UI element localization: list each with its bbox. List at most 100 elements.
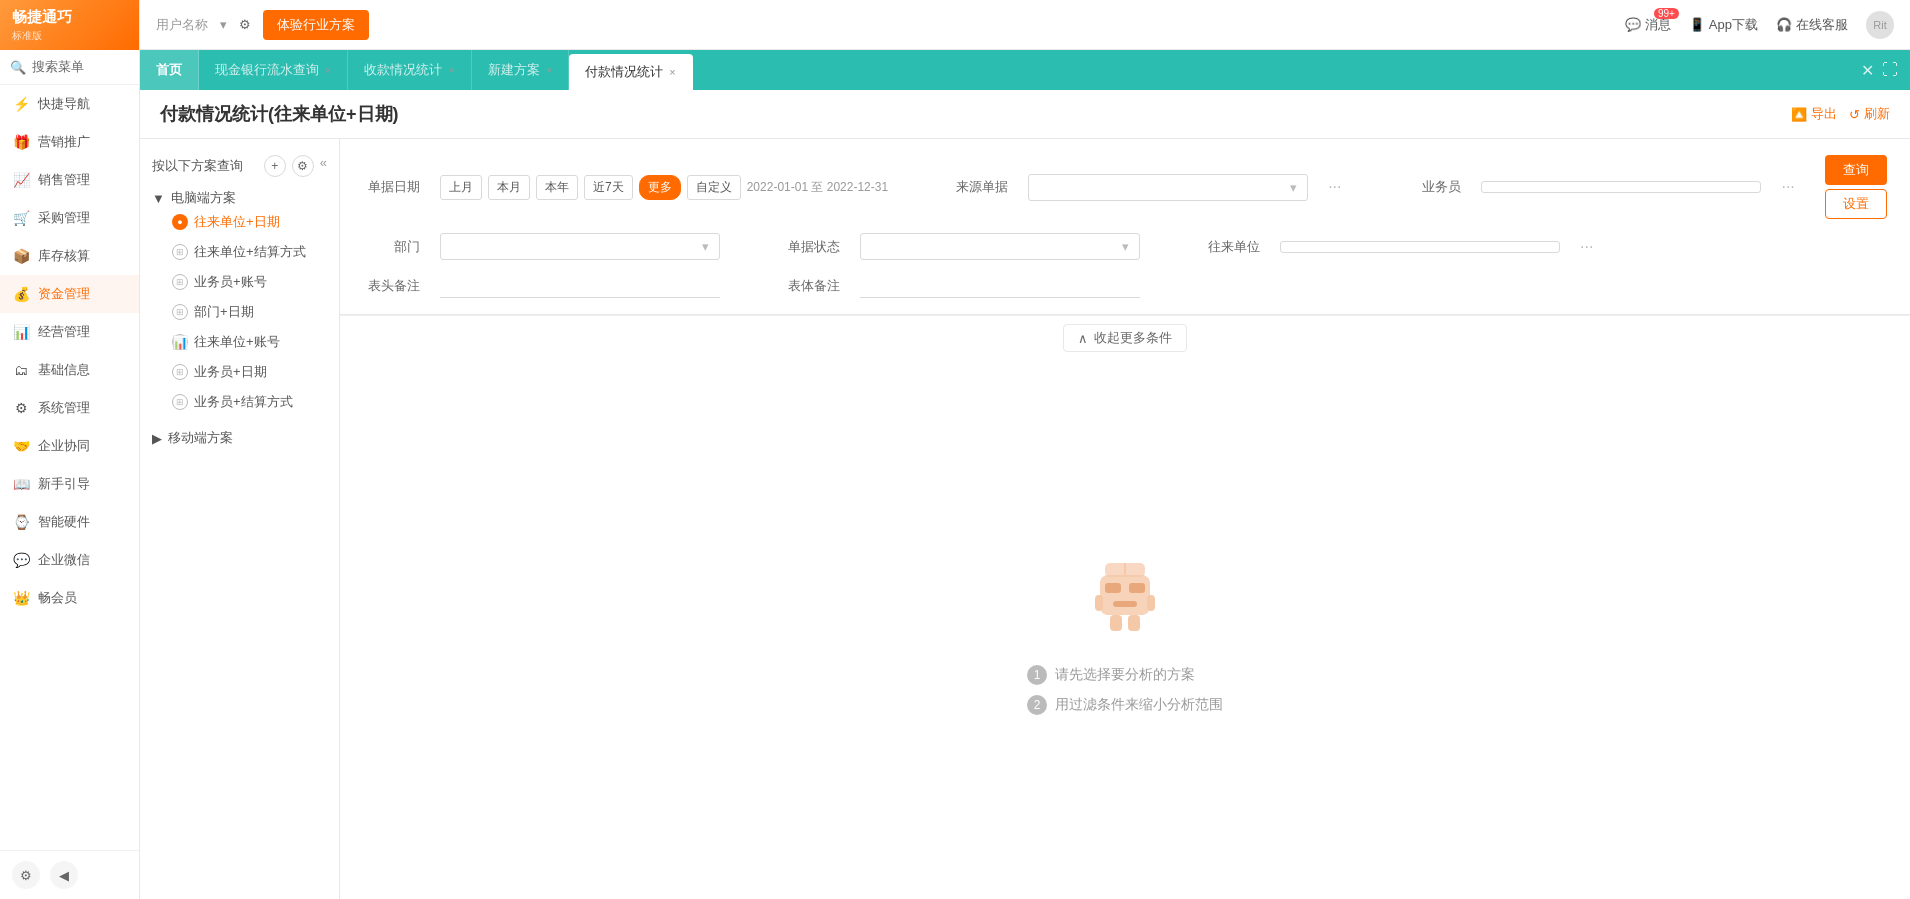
scheme-item-salesman-date[interactable]: ⊞ 业务员+日期 xyxy=(164,357,327,387)
refresh-btn[interactable]: ↺ 刷新 xyxy=(1849,105,1890,123)
manage-scheme-btn[interactable]: ⚙ xyxy=(292,155,314,177)
sidebar-icon-guide: 📖 xyxy=(12,475,30,493)
date-btn-last-month[interactable]: 上月 xyxy=(440,175,482,200)
svg-rect-4 xyxy=(1095,595,1103,611)
sidebar-item-wechat[interactable]: 💬 企业微信 xyxy=(0,541,139,579)
app-download-btn[interactable]: 📱 App下载 xyxy=(1689,16,1758,34)
mobile-category-label: 移动端方案 xyxy=(168,429,233,447)
tab-bank-flow[interactable]: 现金银行流水查询 × xyxy=(199,50,348,90)
sidebar-item-business[interactable]: 📊 经营管理 xyxy=(0,313,139,351)
source-select[interactable]: ▾ xyxy=(1028,174,1308,201)
left-panel-collapse-btn[interactable]: « xyxy=(320,155,327,177)
date-btn-more[interactable]: 更多 xyxy=(639,175,681,200)
date-btn-custom[interactable]: 自定义 xyxy=(687,175,741,200)
export-btn[interactable]: 🔼 导出 xyxy=(1791,105,1837,123)
trial-btn[interactable]: 体验行业方案 xyxy=(263,10,369,40)
scheme-item-label-salesman-account: 业务员+账号 xyxy=(194,273,267,291)
close-all-tabs-btn[interactable]: ✕ xyxy=(1861,61,1874,80)
scheme-item-partner-account[interactable]: 📊 往来单位+账号 xyxy=(164,327,327,357)
date-btn-7days[interactable]: 近7天 xyxy=(584,175,633,200)
tab-receivable-close[interactable]: × xyxy=(448,64,454,76)
sidebar-item-capital[interactable]: 💰 资金管理 xyxy=(0,275,139,313)
footer-settings-btn[interactable]: ⚙ xyxy=(12,861,40,889)
online-service-btn[interactable]: 🎧 在线客服 xyxy=(1776,16,1848,34)
pc-category-label: 电脑端方案 xyxy=(171,189,236,207)
salesman-dots[interactable]: ··· xyxy=(1781,178,1794,196)
sidebar-item-member[interactable]: 👑 畅会员 xyxy=(0,579,139,617)
partner-dots[interactable]: ··· xyxy=(1580,238,1593,256)
sidebar-item-quick-nav[interactable]: ⚡ 快捷导航 xyxy=(0,85,139,123)
tab-home[interactable]: 首页 xyxy=(140,50,199,90)
mobile-category-arrow: ▶ xyxy=(152,431,162,446)
search-menu-item[interactable]: 🔍 搜索菜单 xyxy=(0,50,139,85)
date-btn-this-year[interactable]: 本年 xyxy=(536,175,578,200)
scheme-item-partner-date[interactable]: ● 往来单位+日期 xyxy=(164,207,327,237)
table-body-note-input[interactable] xyxy=(860,274,1140,298)
tab-new-scheme-close[interactable]: × xyxy=(546,64,552,76)
scheme-item-salesman-account[interactable]: ⊞ 业务员+账号 xyxy=(164,267,327,297)
salesman-select[interactable] xyxy=(1481,181,1761,193)
scheme-item-salesman-settle[interactable]: ⊞ 业务员+结算方式 xyxy=(164,387,327,417)
scheme-items: ● 往来单位+日期 ⊞ 往来单位+结算方式 ⊞ 业务员+账号 xyxy=(152,207,327,417)
sidebar-item-inventory[interactable]: 📦 库存核算 xyxy=(0,237,139,275)
source-filter-label: 来源单据 xyxy=(948,178,1008,196)
sidebar-label-wechat: 企业微信 xyxy=(38,551,90,569)
sidebar-collapse-btn[interactable]: ◀ xyxy=(50,861,78,889)
export-label: 导出 xyxy=(1811,105,1837,123)
sidebar-label-hardware: 智能硬件 xyxy=(38,513,90,531)
content-body: 按以下方案查询 + ⚙ « ▼ 电脑端方案 xyxy=(140,139,1910,899)
scheme-item-dept-date[interactable]: ⊞ 部门+日期 xyxy=(164,297,327,327)
topbar-settings-icon[interactable]: ⚙ xyxy=(239,17,251,32)
mobile-scheme-category-header[interactable]: ▶ 移动端方案 xyxy=(152,429,327,447)
sidebar-item-system[interactable]: ⚙ 系统管理 xyxy=(0,389,139,427)
scheme-item-partner-settle[interactable]: ⊞ 往来单位+结算方式 xyxy=(164,237,327,267)
topbar-arrow[interactable]: ▾ xyxy=(220,17,227,32)
message-icon: 💬 xyxy=(1625,17,1641,32)
filter-dates: 上月 本月 本年 近7天 更多 自定义 2022-01-01 至 2022-12… xyxy=(440,175,888,200)
sidebar-item-basic[interactable]: 🗂 基础信息 xyxy=(0,351,139,389)
add-scheme-btn[interactable]: + xyxy=(264,155,286,177)
scheme-item-icon-salesman-date: ⊞ xyxy=(172,364,188,380)
sidebar-item-hardware[interactable]: ⌚ 智能硬件 xyxy=(0,503,139,541)
scheme-item-icon-salesman-settle: ⊞ xyxy=(172,394,188,410)
sidebar-icon-inventory: 📦 xyxy=(12,247,30,265)
sidebar-footer: ⚙ ◀ xyxy=(0,850,139,899)
query-btn[interactable]: 查询 xyxy=(1825,155,1887,185)
sidebar-item-guide[interactable]: 📖 新手引导 xyxy=(0,465,139,503)
tip-text-2: 用过滤条件来缩小分析范围 xyxy=(1055,696,1223,714)
date-range-text: 2022-01-01 至 2022-12-31 xyxy=(747,179,888,196)
voucher-status-select[interactable]: ▾ xyxy=(860,233,1140,260)
svg-rect-2 xyxy=(1129,583,1145,593)
pc-scheme-category-header[interactable]: ▼ 电脑端方案 xyxy=(152,189,327,207)
tab-bank-flow-close[interactable]: × xyxy=(325,64,331,76)
svg-rect-1 xyxy=(1105,583,1121,593)
sidebar-item-purchase[interactable]: 🛒 采购管理 xyxy=(0,199,139,237)
message-btn[interactable]: 💬 消息 99+ xyxy=(1625,16,1671,34)
tab-new-scheme-label: 新建方案 xyxy=(488,61,540,79)
sidebar-label-inventory: 库存核算 xyxy=(38,247,90,265)
collapse-area: ∧ 收起更多条件 xyxy=(340,315,1910,360)
dept-select[interactable]: ▾ xyxy=(440,233,720,260)
collapse-more-btn[interactable]: ∧ 收起更多条件 xyxy=(1063,324,1187,352)
tab-payment-stat[interactable]: 付款情况统计 × xyxy=(569,54,692,90)
export-icon: 🔼 xyxy=(1791,107,1807,122)
message-badge: 99+ xyxy=(1654,8,1679,19)
date-btn-this-month[interactable]: 本月 xyxy=(488,175,530,200)
tab-payment-stat-close[interactable]: × xyxy=(669,66,675,78)
pc-scheme-category: ▼ 电脑端方案 ● 往来单位+日期 ⊞ 往来单位+结算方式 xyxy=(140,183,339,423)
tab-receivable[interactable]: 收款情况统计 × xyxy=(348,50,471,90)
avatar[interactable]: Rit xyxy=(1866,11,1894,39)
expand-tab-btn[interactable]: ⛶ xyxy=(1882,61,1898,79)
tab-new-scheme[interactable]: 新建方案 × xyxy=(472,50,569,90)
scheme-item-label-dept-date: 部门+日期 xyxy=(194,303,254,321)
source-dots[interactable]: ··· xyxy=(1328,178,1341,196)
sidebar-item-sales[interactable]: 📈 销售管理 xyxy=(0,161,139,199)
partner-select[interactable] xyxy=(1280,241,1560,253)
sidebar-item-corp[interactable]: 🤝 企业协同 xyxy=(0,427,139,465)
topbar-right: 💬 消息 99+ 📱 App下载 🎧 在线客服 Rit xyxy=(1625,11,1894,39)
sidebar-item-marketing[interactable]: 🎁 营销推广 xyxy=(0,123,139,161)
voucher-status-arrow: ▾ xyxy=(1122,239,1129,254)
sidebar-icon-hardware: ⌚ xyxy=(12,513,30,531)
filter-settings-btn[interactable]: 设置 xyxy=(1825,189,1887,219)
table-head-note-input[interactable] xyxy=(440,274,720,298)
